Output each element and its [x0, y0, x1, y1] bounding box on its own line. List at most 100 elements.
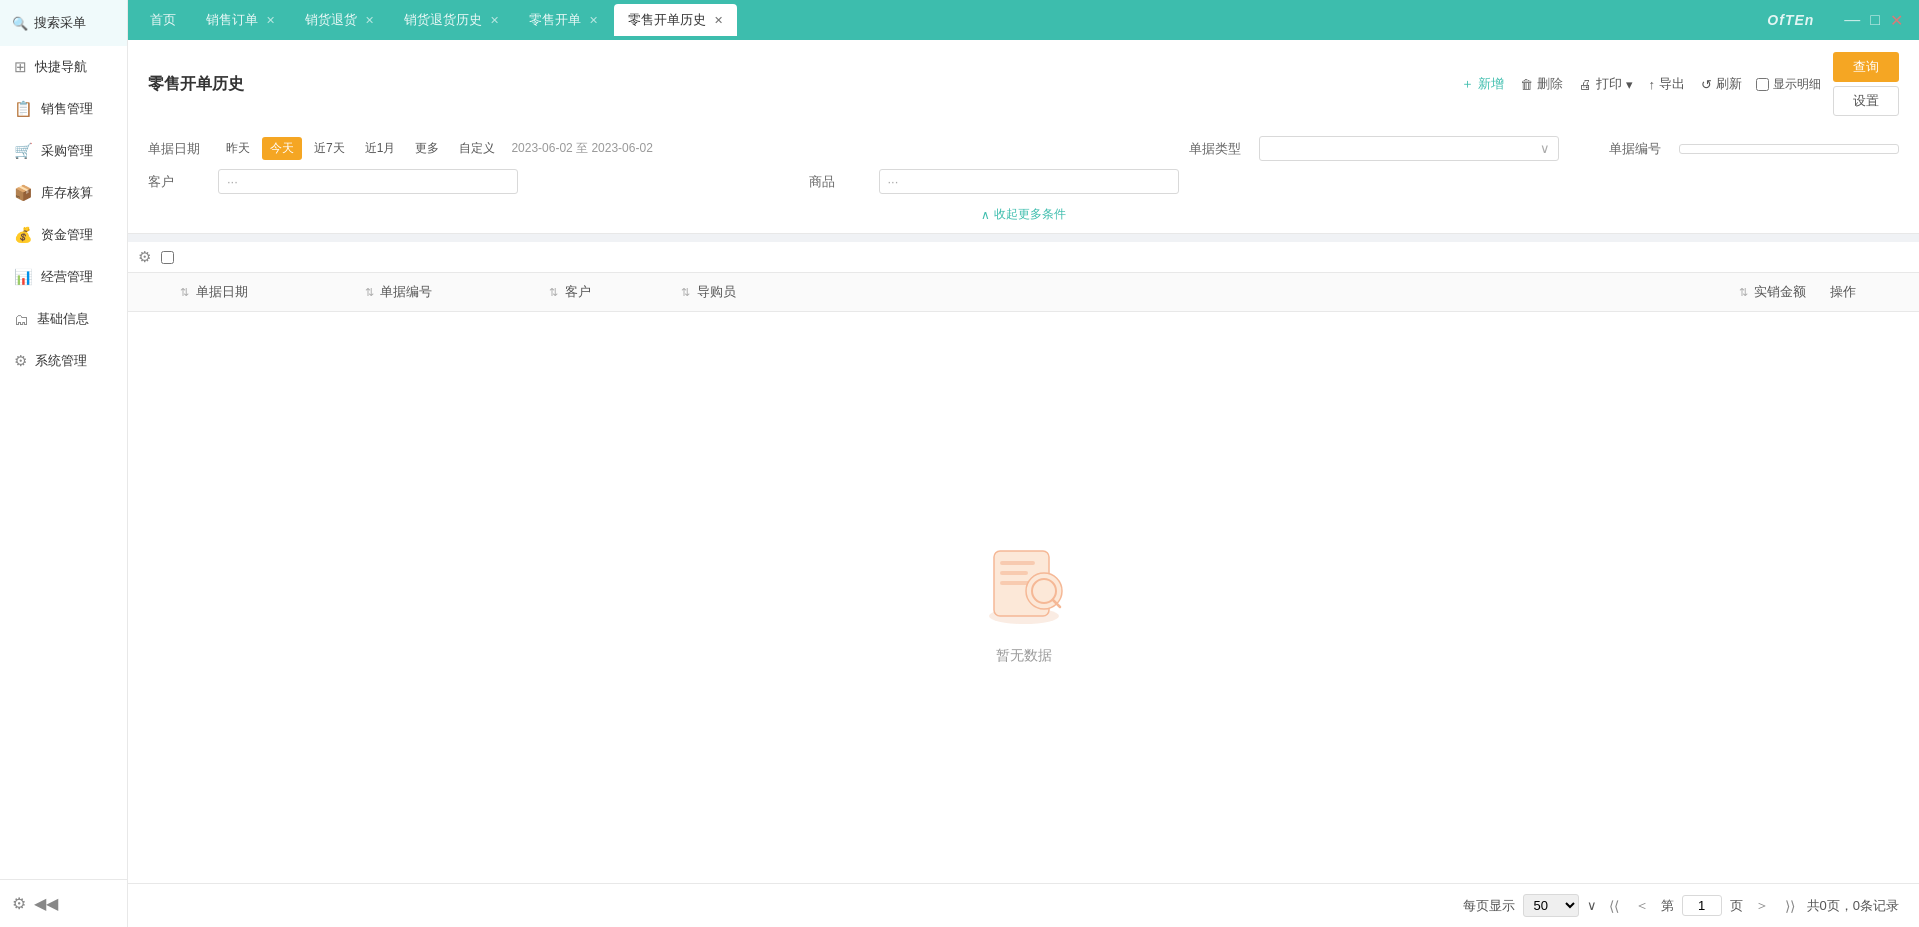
- tab-sales-return-close[interactable]: ✕: [365, 14, 374, 27]
- sidebar-item-finance[interactable]: 💰 资金管理: [0, 214, 127, 256]
- collapse-up-icon: ∧: [981, 208, 990, 222]
- sidebar-search-label: 搜索采单: [34, 14, 86, 32]
- col-action: 操作: [1818, 273, 1919, 312]
- col-customer[interactable]: ⇅ 客户: [537, 273, 669, 312]
- tab-sales-order[interactable]: 销售订单 ✕: [192, 4, 289, 36]
- sidebar-item-label: 资金管理: [41, 226, 93, 244]
- tab-home[interactable]: 首页: [136, 4, 190, 36]
- pagination: 每页显示 50 10 20 100 ∨ ⟨⟨ ＜ 第 页 ＞ ⟩⟩ 共0页，0条…: [128, 883, 1919, 927]
- tab-home-label: 首页: [150, 11, 176, 29]
- quick-nav-icon: ⊞: [14, 58, 27, 76]
- page-prev-btn[interactable]: ＜: [1631, 895, 1653, 917]
- print-label: 打印: [1596, 75, 1622, 93]
- display-detail-label: 显示明细: [1773, 76, 1821, 93]
- sys-mgmt-icon: ⚙: [14, 352, 27, 370]
- close-btn[interactable]: ✕: [1890, 11, 1903, 30]
- col-date-sort-icon: ⇅: [180, 286, 189, 298]
- select-all-label[interactable]: [161, 251, 174, 264]
- sidebar-item-purchase-mgmt[interactable]: 🛒 采购管理: [0, 130, 127, 172]
- svg-rect-3: [1000, 571, 1028, 575]
- maximize-btn[interactable]: □: [1870, 11, 1880, 29]
- empty-illustration: [974, 531, 1074, 631]
- sidebar-collapse-icon[interactable]: ◀◀: [34, 894, 58, 913]
- add-label: 新增: [1478, 75, 1504, 93]
- tab-sales-return[interactable]: 销货退货 ✕: [291, 4, 388, 36]
- col-num-sort-icon: ⇅: [365, 286, 374, 298]
- base-info-icon: 🗂: [14, 311, 29, 328]
- date-today-btn[interactable]: 今天: [262, 137, 302, 160]
- display-detail-input[interactable]: [1756, 78, 1769, 91]
- minimize-btn[interactable]: —: [1844, 11, 1860, 29]
- add-button[interactable]: ＋ 新增: [1459, 71, 1506, 97]
- sidebar-item-quick-nav[interactable]: ⊞ 快捷导航: [0, 46, 127, 88]
- col-guide[interactable]: ⇅ 导购员: [669, 273, 827, 312]
- page-num-input[interactable]: [1682, 895, 1722, 916]
- toolbar-buttons: ＋ 新增 🗑 删除 🖨 打印 ▾ ↑ 导出: [1459, 52, 1900, 116]
- sidebar-item-inventory[interactable]: 📦 库存核算: [0, 172, 127, 214]
- tab-sales-return-history[interactable]: 销货退货历史 ✕: [390, 4, 513, 36]
- sidebar-search[interactable]: 🔍 搜索采单: [0, 0, 127, 46]
- date-more-btn[interactable]: 更多: [407, 137, 447, 160]
- date-yesterday-btn[interactable]: 昨天: [218, 137, 258, 160]
- sidebar-item-sys-mgmt[interactable]: ⚙ 系统管理: [0, 340, 127, 382]
- date-7days-btn[interactable]: 近7天: [306, 137, 353, 160]
- col-num-label: 单据编号: [380, 284, 432, 299]
- page-title-row: 零售开单历史 ＋ 新增 🗑 删除 🖨 打印 ▾: [148, 52, 1899, 116]
- order-type-select[interactable]: ∨: [1259, 136, 1559, 161]
- sidebar: 🔍 搜索采单 ⊞ 快捷导航 📋 销售管理 🛒 采购管理 📦 库存核算 💰 资金管…: [0, 0, 128, 927]
- per-page-label: 每页显示: [1463, 897, 1515, 915]
- page-last-btn[interactable]: ⟩⟩: [1781, 896, 1799, 916]
- pagination-arrow-icon: ∨: [1587, 898, 1597, 913]
- brand-label: OfTEn: [1767, 12, 1814, 28]
- settings-gear-icon[interactable]: ⚙: [12, 894, 26, 913]
- settings-button[interactable]: 设置: [1833, 86, 1899, 116]
- print-button[interactable]: 🖨 打印 ▾: [1577, 71, 1635, 97]
- select-all-checkbox[interactable]: [161, 251, 174, 264]
- page-first-btn[interactable]: ⟨⟨: [1605, 896, 1623, 916]
- col-num[interactable]: ⇅ 单据编号: [353, 273, 538, 312]
- col-amount[interactable]: ⇅ 实销金额: [1634, 273, 1819, 312]
- export-label: 导出: [1659, 75, 1685, 93]
- col-checkbox: [128, 273, 168, 312]
- operations-icon: 📊: [14, 268, 33, 286]
- export-button[interactable]: ↑ 导出: [1647, 71, 1688, 97]
- search-icon: 🔍: [12, 16, 28, 31]
- date-1month-btn[interactable]: 近1月: [357, 137, 404, 160]
- display-detail-checkbox[interactable]: 显示明细: [1756, 76, 1821, 93]
- tab-sales-return-history-label: 销货退货历史: [404, 11, 482, 29]
- tab-sales-order-close[interactable]: ✕: [266, 14, 275, 27]
- purchase-mgmt-icon: 🛒: [14, 142, 33, 160]
- collapse-label: 收起更多条件: [994, 206, 1066, 223]
- table-header: ⇅ 单据日期 ⇅ 单据编号 ⇅ 客户 ⇅ 导购员: [128, 273, 1919, 312]
- refresh-icon: ↺: [1701, 77, 1712, 92]
- page-label: 第: [1661, 897, 1674, 915]
- main-area: 首页 销售订单 ✕ 销货退货 ✕ 销货退货历史 ✕ 零售开单 ✕ 零售开单历史 …: [128, 0, 1919, 927]
- table-settings-icon[interactable]: ⚙: [138, 248, 151, 266]
- sidebar-item-base-info[interactable]: 🗂 基础信息: [0, 298, 127, 340]
- total-info: 共0页，0条记录: [1807, 897, 1899, 915]
- tab-retail-open-close[interactable]: ✕: [589, 14, 598, 27]
- page-title: 零售开单历史: [148, 74, 244, 95]
- goods-input[interactable]: ···: [879, 169, 1179, 194]
- customer-input[interactable]: ···: [218, 169, 518, 194]
- sidebar-bottom: ⚙ ◀◀: [0, 879, 127, 927]
- order-num-input[interactable]: [1679, 144, 1899, 154]
- collapse-filters-btn[interactable]: ∧ 收起更多条件: [148, 202, 1899, 229]
- date-custom-btn[interactable]: 自定义: [451, 137, 503, 160]
- delete-button[interactable]: 🗑 删除: [1518, 71, 1565, 97]
- tab-sales-return-history-close[interactable]: ✕: [490, 14, 499, 27]
- tab-retail-open-history-close[interactable]: ✕: [714, 14, 723, 27]
- per-page-select[interactable]: 50 10 20 100: [1523, 894, 1579, 917]
- sidebar-item-operations[interactable]: 📊 经营管理: [0, 256, 127, 298]
- sidebar-item-label: 库存核算: [41, 184, 93, 202]
- refresh-button[interactable]: ↺ 刷新: [1699, 71, 1744, 97]
- customer-placeholder: ···: [227, 174, 238, 189]
- tab-retail-open[interactable]: 零售开单 ✕: [515, 4, 612, 36]
- filter-row-customer: 客户 ··· 商品 ···: [148, 169, 1899, 194]
- page-next-btn[interactable]: ＞: [1751, 895, 1773, 917]
- tab-retail-open-history[interactable]: 零售开单历史 ✕: [614, 4, 737, 36]
- col-date[interactable]: ⇅ 单据日期: [168, 273, 353, 312]
- sidebar-item-label: 快捷导航: [35, 58, 87, 76]
- sidebar-item-sales-mgmt[interactable]: 📋 销售管理: [0, 88, 127, 130]
- query-button[interactable]: 查询: [1833, 52, 1899, 82]
